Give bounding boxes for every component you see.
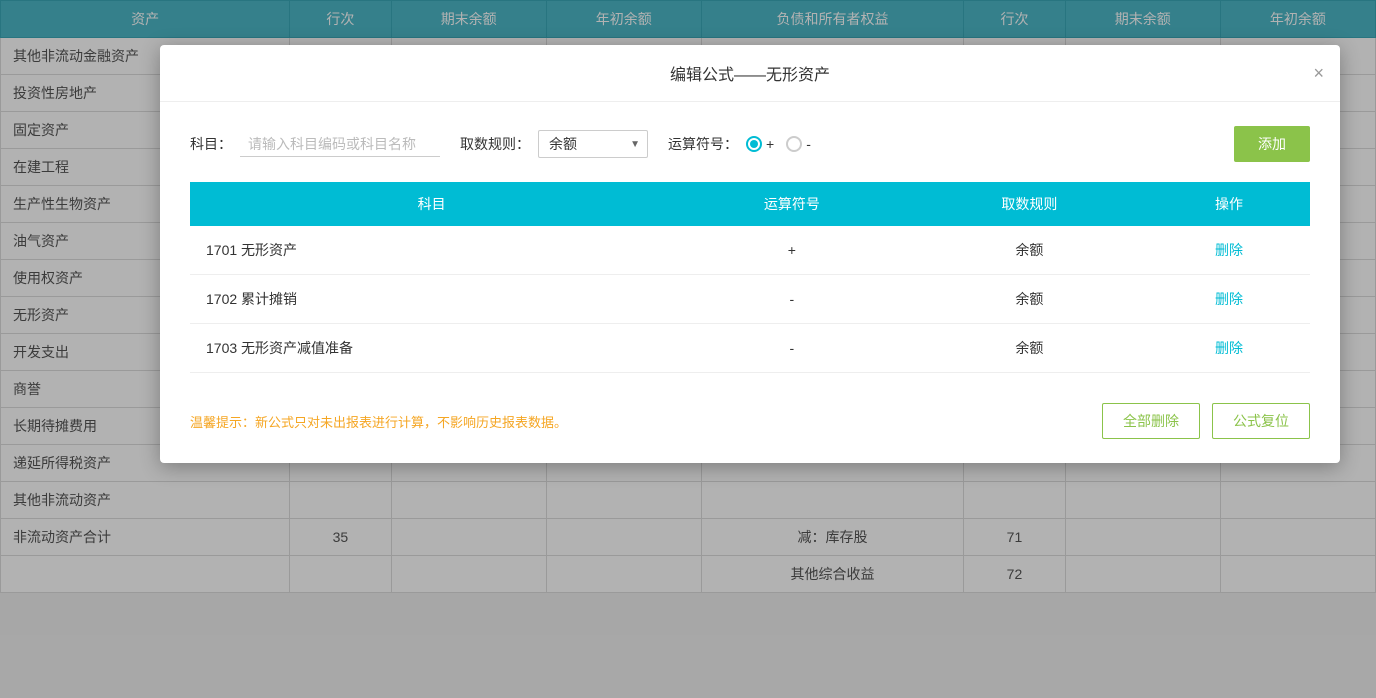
radio-minus-label: - bbox=[806, 136, 811, 152]
rule-label: 取数规则： bbox=[460, 134, 530, 154]
radio-plus-label: + bbox=[766, 136, 774, 152]
modal-body: 科目： 取数规则： 余额借方贷方借方发生额贷方发生额 ▼ 运算符号： + bbox=[160, 102, 1340, 463]
add-button[interactable]: 添加 bbox=[1234, 126, 1310, 162]
formula-rule: 余额 bbox=[911, 226, 1148, 275]
delete-row-button[interactable]: 删除 bbox=[1215, 338, 1243, 358]
radio-minus[interactable]: - bbox=[786, 136, 811, 152]
footer-buttons: 全部删除 公式复位 bbox=[1102, 403, 1310, 439]
formula-row: 1702 累计摊销-余额 删除 bbox=[190, 275, 1310, 324]
formula-action: 删除 bbox=[1148, 226, 1310, 275]
th-operator: 运算符号 bbox=[673, 182, 910, 226]
radio-plus-circle bbox=[746, 136, 762, 152]
formula-table: 科目 运算符号 取数规则 操作 1701 无形资产+余额删除1702 累计摊销-… bbox=[190, 182, 1310, 373]
formula-row: 1701 无形资产+余额 删除 bbox=[190, 226, 1310, 275]
modal-close-button[interactable]: × bbox=[1313, 64, 1324, 82]
formula-rule: 余额 bbox=[911, 324, 1148, 373]
tip-text: 温馨提示：新公式只对未出报表进行计算，不影响历史报表数据。 bbox=[190, 412, 567, 431]
operator-group: 运算符号： + - bbox=[668, 134, 811, 154]
modal-title: 编辑公式——无形资产 bbox=[670, 61, 830, 85]
formula-operator: + bbox=[673, 226, 910, 275]
formula-subject: 1701 无形资产 bbox=[190, 226, 673, 275]
rule-select[interactable]: 余额借方贷方借方发生额贷方发生额 bbox=[538, 130, 648, 158]
formula-operator: - bbox=[673, 275, 910, 324]
rule-select-wrapper: 余额借方贷方借方发生额贷方发生额 ▼ bbox=[538, 130, 648, 158]
radio-plus[interactable]: + bbox=[746, 136, 774, 152]
edit-formula-modal: 编辑公式——无形资产 × 科目： 取数规则： 余额借方贷方借方发生额贷方发生额 … bbox=[160, 45, 1340, 463]
radio-group: + - bbox=[746, 136, 811, 152]
modal-footer: 温馨提示：新公式只对未出报表进行计算，不影响历史报表数据。 全部删除 公式复位 bbox=[190, 393, 1310, 439]
delete-row-button[interactable]: 删除 bbox=[1215, 289, 1243, 309]
operator-label: 运算符号： bbox=[668, 134, 738, 154]
subject-label: 科目： bbox=[190, 134, 232, 154]
th-rule: 取数规则 bbox=[911, 182, 1148, 226]
table-header-row: 科目 运算符号 取数规则 操作 bbox=[190, 182, 1310, 226]
rule-group: 取数规则： 余额借方贷方借方发生额贷方发生额 ▼ bbox=[460, 130, 648, 158]
subject-input[interactable] bbox=[240, 132, 440, 157]
formula-row: 1703 无形资产减值准备-余额 删除 bbox=[190, 324, 1310, 373]
delete-all-button[interactable]: 全部删除 bbox=[1102, 403, 1200, 439]
form-row: 科目： 取数规则： 余额借方贷方借方发生额贷方发生额 ▼ 运算符号： + bbox=[190, 126, 1310, 162]
reset-formula-button[interactable]: 公式复位 bbox=[1212, 403, 1310, 439]
formula-action: 删除 bbox=[1148, 324, 1310, 373]
formula-subject: 1703 无形资产减值准备 bbox=[190, 324, 673, 373]
formula-operator: - bbox=[673, 324, 910, 373]
formula-rule: 余额 bbox=[911, 275, 1148, 324]
formula-action: 删除 bbox=[1148, 275, 1310, 324]
modal-header: 编辑公式——无形资产 × bbox=[160, 45, 1340, 102]
subject-group: 科目： bbox=[190, 132, 440, 157]
radio-minus-circle bbox=[786, 136, 802, 152]
delete-row-button[interactable]: 删除 bbox=[1215, 240, 1243, 260]
formula-subject: 1702 累计摊销 bbox=[190, 275, 673, 324]
th-subject: 科目 bbox=[190, 182, 673, 226]
th-action: 操作 bbox=[1148, 182, 1310, 226]
